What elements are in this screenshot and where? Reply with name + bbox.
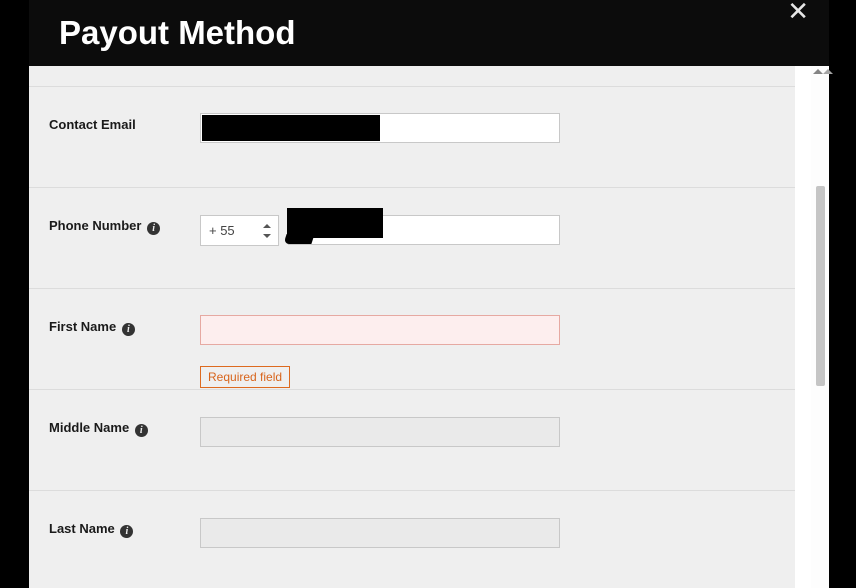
modal-body: Contact Email Phone Number i + 55: [29, 66, 829, 588]
row-phone-number: Phone Number i + 55: [29, 188, 795, 289]
scrollbar-gutter: [811, 66, 829, 588]
last-name-input[interactable]: [200, 518, 560, 548]
label-text: Contact Email: [49, 117, 136, 132]
form-area: Contact Email Phone Number i + 55: [29, 66, 795, 588]
row-last-name: Last Name i: [29, 491, 795, 588]
close-icon[interactable]: ✕: [783, 0, 813, 28]
modal-title: Payout Method: [59, 14, 296, 52]
country-code-value: + 55: [209, 223, 235, 238]
label-middle-name: Middle Name i: [49, 420, 148, 437]
row-first-name: First Name i Required field: [29, 289, 795, 390]
label-contact-email: Contact Email: [49, 117, 136, 132]
label-text: Middle Name: [49, 420, 129, 435]
payout-method-modal: Payout Method ✕ Contact Email Phone Numb…: [29, 0, 829, 588]
scrollbar-thumb[interactable]: [816, 186, 825, 386]
modal-header: Payout Method ✕: [29, 0, 829, 66]
middle-name-input[interactable]: [200, 417, 560, 447]
redacted-block: [202, 115, 380, 141]
info-icon[interactable]: i: [147, 222, 160, 235]
chevron-updown-icon: [263, 224, 271, 238]
redacted-block: [287, 208, 383, 238]
label-phone-number: Phone Number i: [49, 218, 160, 235]
scroll-arrow-icon[interactable]: [823, 69, 833, 74]
info-icon[interactable]: i: [122, 323, 135, 336]
row-contact-email: Contact Email: [29, 87, 795, 188]
label-last-name: Last Name i: [49, 521, 133, 538]
scroll-arrow-icon[interactable]: [813, 69, 823, 74]
row-middle-name: Middle Name i: [29, 390, 795, 491]
info-icon[interactable]: i: [120, 525, 133, 538]
info-icon[interactable]: i: [135, 424, 148, 437]
label-text: First Name: [49, 319, 116, 334]
first-name-input[interactable]: [200, 315, 560, 345]
country-code-select[interactable]: + 55: [200, 215, 279, 246]
error-required-field: Required field: [200, 366, 290, 388]
label-first-name: First Name i: [49, 319, 135, 336]
label-text: Phone Number: [49, 218, 141, 233]
label-text: Last Name: [49, 521, 115, 536]
